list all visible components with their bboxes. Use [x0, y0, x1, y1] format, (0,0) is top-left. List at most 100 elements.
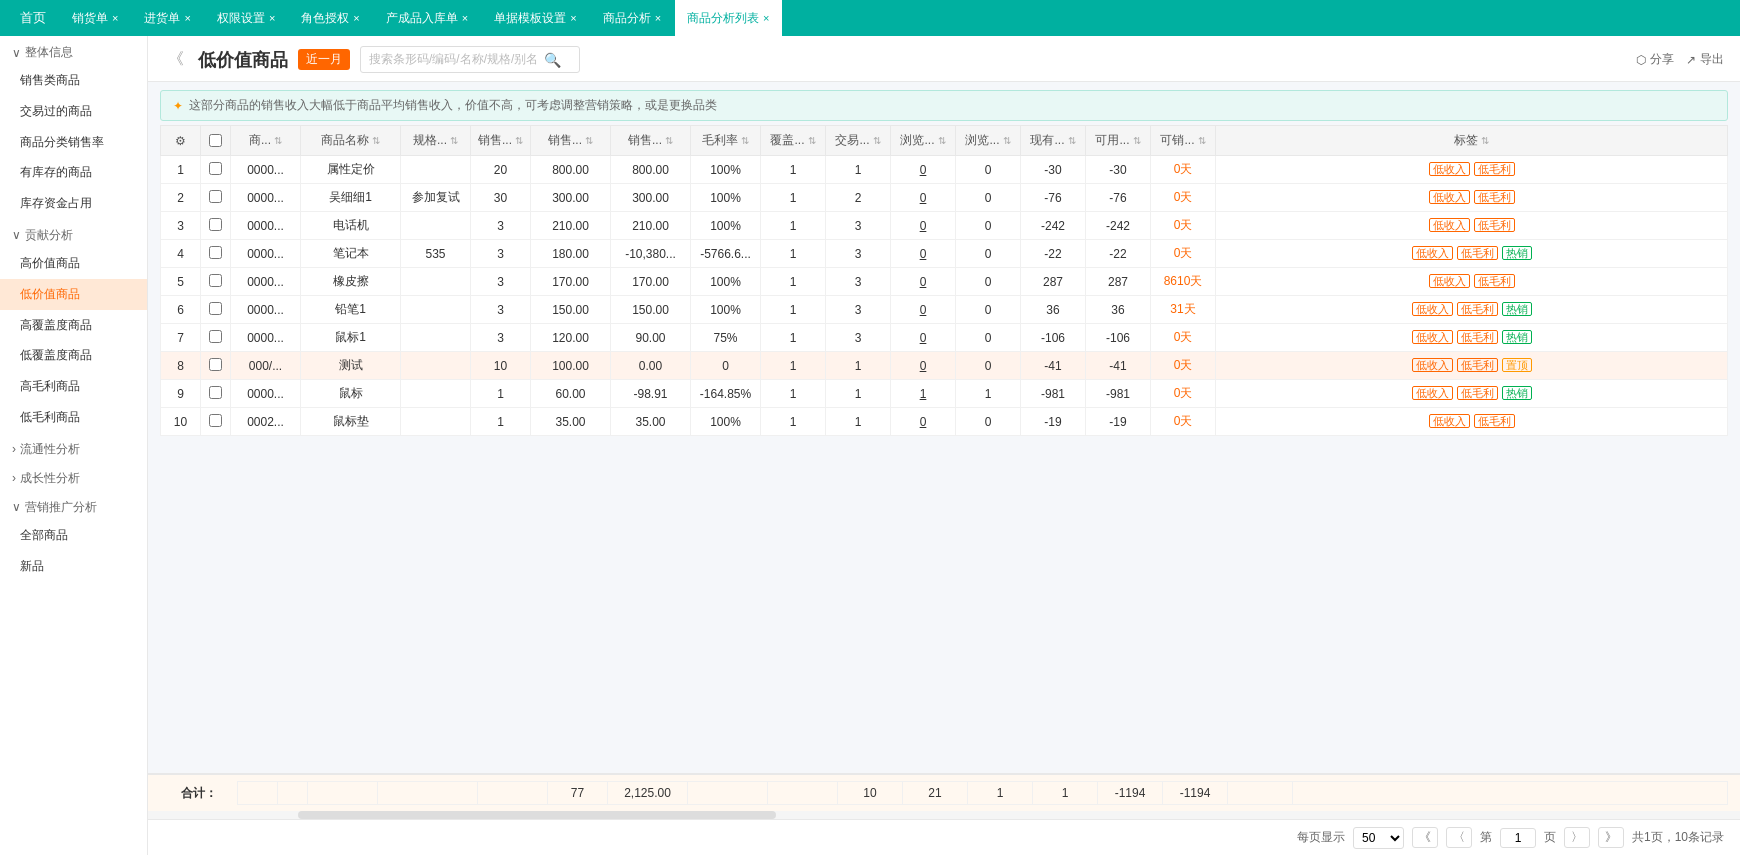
- row-checkbox[interactable]: [209, 330, 222, 343]
- cell-checkbox[interactable]: [201, 380, 231, 408]
- cell-browse1[interactable]: 0: [891, 324, 956, 352]
- nav-goods-analysis-list[interactable]: 商品分析列表 ×: [675, 0, 781, 36]
- sidebar-group-growth[interactable]: › 成长性分析: [0, 462, 147, 491]
- col-sale2[interactable]: 销售...⇅: [611, 126, 691, 156]
- sidebar-item-low-gross[interactable]: 低毛利商品: [0, 402, 147, 433]
- col-gross[interactable]: 毛利率⇅: [691, 126, 761, 156]
- sidebar-item-traded-goods[interactable]: 交易过的商品: [0, 96, 147, 127]
- cell-browse1[interactable]: 1: [891, 380, 956, 408]
- nav-purchase[interactable]: 进货单 ×: [132, 0, 202, 36]
- col-spec[interactable]: 规格...⇅: [401, 126, 471, 156]
- col-tags[interactable]: 标签⇅: [1216, 126, 1728, 156]
- per-page-select[interactable]: 50 100 200: [1353, 827, 1404, 849]
- cell-browse1[interactable]: 0: [891, 156, 956, 184]
- cell-checkbox[interactable]: [201, 212, 231, 240]
- col-usable[interactable]: 可用...⇅: [1086, 126, 1151, 156]
- col-code[interactable]: 商...⇅: [231, 126, 301, 156]
- cell-checkbox[interactable]: [201, 156, 231, 184]
- sidebar-item-capital[interactable]: 库存资金占用: [0, 188, 147, 219]
- sidebar-item-high-coverage[interactable]: 高覆盖度商品: [0, 310, 147, 341]
- sidebar-item-sales-goods[interactable]: 销售类商品: [0, 65, 147, 96]
- nav-close-permission[interactable]: ×: [269, 12, 275, 24]
- cell-checkbox[interactable]: [201, 352, 231, 380]
- row-checkbox[interactable]: [209, 414, 222, 427]
- nav-close-product-in[interactable]: ×: [462, 12, 468, 24]
- cell-checkbox[interactable]: [201, 296, 231, 324]
- row-checkbox[interactable]: [209, 218, 222, 231]
- sidebar-group-circulation[interactable]: › 流通性分析: [0, 433, 147, 462]
- nav-close-sales[interactable]: ×: [112, 12, 118, 24]
- cell-browse1[interactable]: 0: [891, 352, 956, 380]
- col-cover[interactable]: 覆盖...⇅: [761, 126, 826, 156]
- row-checkbox[interactable]: [209, 386, 222, 399]
- browse1-link[interactable]: 0: [920, 219, 927, 233]
- nav-close-goods-list[interactable]: ×: [763, 12, 769, 24]
- sidebar-item-category-sales[interactable]: 商品分类销售率: [0, 127, 147, 158]
- nav-role[interactable]: 角色授权 ×: [289, 0, 371, 36]
- col-browse2[interactable]: 浏览...⇅: [956, 126, 1021, 156]
- col-sale1[interactable]: 销售...⇅: [531, 126, 611, 156]
- nav-close-template[interactable]: ×: [570, 12, 576, 24]
- col-trans[interactable]: 交易...⇅: [826, 126, 891, 156]
- nav-close-goods-analysis[interactable]: ×: [655, 12, 661, 24]
- browse1-link[interactable]: 0: [920, 247, 927, 261]
- cell-browse1[interactable]: 0: [891, 240, 956, 268]
- cell-checkbox[interactable]: [201, 184, 231, 212]
- search-box[interactable]: 搜索条形码/编码/名称/规格/别名 🔍: [360, 46, 580, 73]
- row-checkbox[interactable]: [209, 246, 222, 259]
- cell-checkbox[interactable]: [201, 268, 231, 296]
- browse1-link[interactable]: 0: [920, 275, 927, 289]
- nav-close-purchase[interactable]: ×: [184, 12, 190, 24]
- nav-goods-analysis[interactable]: 商品分析 ×: [591, 0, 673, 36]
- time-filter-btn[interactable]: 近一月: [298, 49, 350, 70]
- col-checkbox[interactable]: [201, 126, 231, 156]
- sidebar-item-high-value[interactable]: 高价值商品: [0, 248, 147, 279]
- sidebar-group-contribution[interactable]: ∨ 贡献分析: [0, 219, 147, 248]
- cell-checkbox[interactable]: [201, 408, 231, 436]
- cell-browse1[interactable]: 0: [891, 268, 956, 296]
- sidebar-collapse-btn[interactable]: 《: [164, 49, 188, 70]
- row-checkbox[interactable]: [209, 274, 222, 287]
- row-checkbox[interactable]: [209, 162, 222, 175]
- browse1-link[interactable]: 0: [920, 163, 927, 177]
- page-input[interactable]: [1500, 828, 1536, 848]
- col-salable[interactable]: 可销...⇅: [1151, 126, 1216, 156]
- cell-browse1[interactable]: 0: [891, 212, 956, 240]
- select-all-checkbox[interactable]: [209, 134, 222, 147]
- export-btn[interactable]: ↗ 导出: [1686, 51, 1724, 68]
- share-btn[interactable]: ⬡ 分享: [1636, 51, 1674, 68]
- nav-template[interactable]: 单据模板设置 ×: [482, 0, 588, 36]
- cell-browse1[interactable]: 0: [891, 184, 956, 212]
- cell-browse1[interactable]: 0: [891, 408, 956, 436]
- col-qty[interactable]: 销售...⇅: [471, 126, 531, 156]
- nav-sales[interactable]: 销货单 ×: [60, 0, 130, 36]
- sidebar-group-marketing[interactable]: ∨ 营销推广分析: [0, 491, 147, 520]
- row-checkbox[interactable]: [209, 302, 222, 315]
- nav-close-role[interactable]: ×: [353, 12, 359, 24]
- sidebar-item-all-goods[interactable]: 全部商品: [0, 520, 147, 551]
- next-page-btn[interactable]: 〉: [1564, 827, 1590, 848]
- browse1-link[interactable]: 0: [920, 303, 927, 317]
- col-stock[interactable]: 现有...⇅: [1021, 126, 1086, 156]
- cell-checkbox[interactable]: [201, 240, 231, 268]
- cell-browse1[interactable]: 0: [891, 296, 956, 324]
- col-settings[interactable]: ⚙: [161, 126, 201, 156]
- sidebar-item-high-gross[interactable]: 高毛利商品: [0, 371, 147, 402]
- sidebar-item-stock-goods[interactable]: 有库存的商品: [0, 157, 147, 188]
- cell-checkbox[interactable]: [201, 324, 231, 352]
- browse1-link[interactable]: 0: [920, 191, 927, 205]
- nav-home[interactable]: 首页: [8, 0, 58, 36]
- nav-product-in[interactable]: 产成品入库单 ×: [374, 0, 480, 36]
- col-name[interactable]: 商品名称⇅: [301, 126, 401, 156]
- nav-permission[interactable]: 权限设置 ×: [205, 0, 287, 36]
- sidebar-item-low-value[interactable]: 低价值商品: [0, 279, 147, 310]
- browse1-link[interactable]: 0: [920, 415, 927, 429]
- browse1-link[interactable]: 1: [920, 387, 927, 401]
- sidebar-group-overall[interactable]: ∨ 整体信息: [0, 36, 147, 65]
- row-checkbox[interactable]: [209, 190, 222, 203]
- sidebar-item-low-coverage[interactable]: 低覆盖度商品: [0, 340, 147, 371]
- first-page-btn[interactable]: 《: [1412, 827, 1438, 848]
- browse1-link[interactable]: 0: [920, 331, 927, 345]
- row-checkbox[interactable]: [209, 358, 222, 371]
- sidebar-item-new-goods[interactable]: 新品: [0, 551, 147, 582]
